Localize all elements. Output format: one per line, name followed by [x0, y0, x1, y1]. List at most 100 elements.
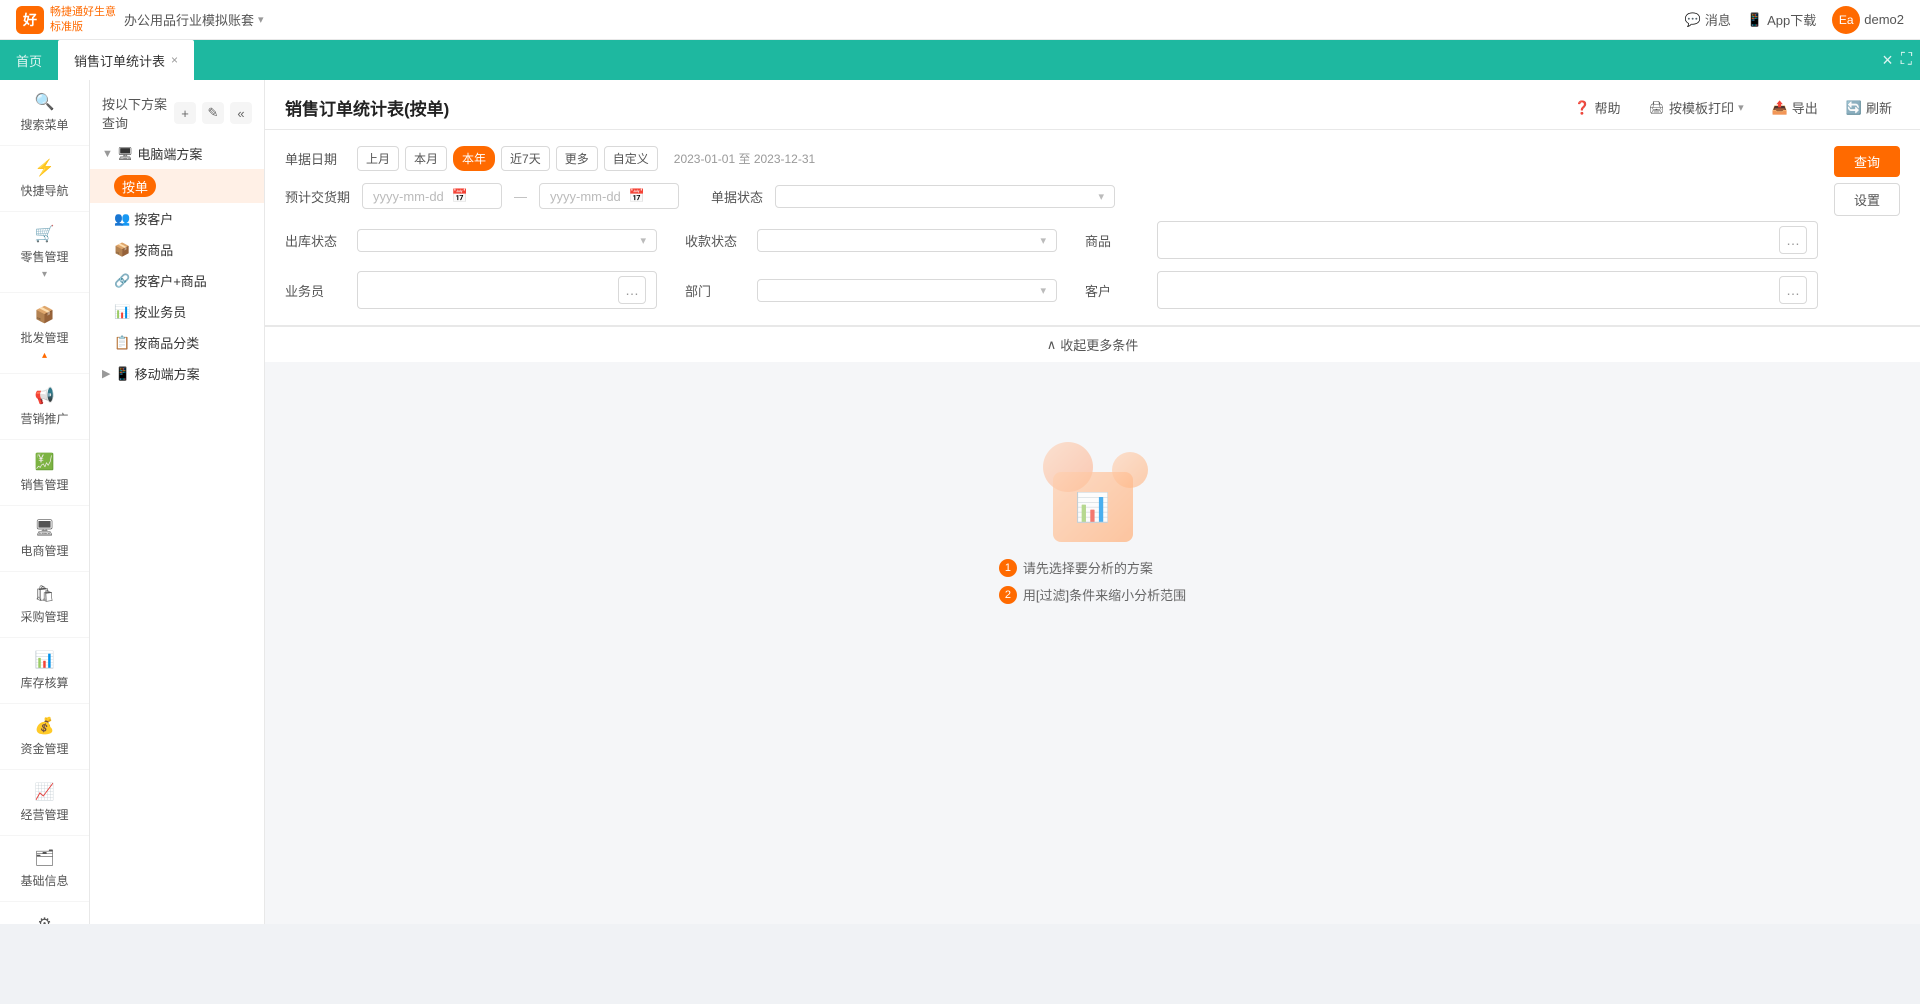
app-download-btn[interactable]: 📱 App下载 — [1747, 10, 1816, 29]
salesperson-select[interactable]: … — [357, 271, 657, 309]
logo-text: 畅捷通好生意 标准版 — [50, 5, 116, 34]
tab-close-window-btn[interactable]: × — [1882, 50, 1893, 71]
topbar-left: 好 畅捷通好生意 标准版 办公用品行业模拟账套 ▾ — [16, 5, 264, 34]
status-dropdown-icon: ▾ — [1099, 190, 1105, 203]
sidebar-item-sales[interactable]: 💹 销售管理 — [0, 440, 89, 506]
base-icon: 🗂 — [34, 848, 54, 868]
tree-expand-icon: ▼ — [102, 148, 113, 160]
sidebar-item-search[interactable]: 🔍 搜索菜单 — [0, 80, 89, 146]
date-this-year-btn[interactable]: 本年 — [453, 146, 495, 171]
sidebar-item-inventory[interactable]: 📊 库存核算 — [0, 638, 89, 704]
date-custom-btn[interactable]: 自定义 — [604, 146, 658, 171]
sidebar-item-purchase[interactable]: 🛍 采购管理 — [0, 572, 89, 638]
expected-date-start-input[interactable]: yyyy-mm-dd 📅 — [362, 183, 502, 209]
header-actions: ❓ 帮助 🖨 按模板打印 ▾ 📤 导出 🔄 刷新 — [1566, 94, 1900, 121]
help-btn[interactable]: ❓ 帮助 — [1566, 94, 1628, 121]
quicknav-icon: ⚡ — [35, 158, 55, 178]
date-placeholder-start: yyyy-mm-dd — [373, 189, 444, 204]
sidebar-item-wholesale[interactable]: 📦 批发管理 ▴ — [0, 293, 89, 374]
date-placeholder-end: yyyy-mm-dd — [550, 189, 621, 204]
logo-icon: 好 — [16, 6, 44, 34]
calendar-icon-start: 📅 — [452, 188, 468, 204]
search-btn[interactable]: 查询 — [1834, 146, 1900, 177]
active-badge: 按单 — [114, 175, 156, 197]
date-more-btn[interactable]: 更多 — [556, 146, 598, 171]
out-status-select[interactable]: ▾ — [357, 229, 657, 252]
sidebar-item-system[interactable]: ⚙ 系统管理 — [0, 902, 89, 924]
tree-by-order[interactable]: 按单 — [90, 169, 264, 203]
status-label: 单据状态 — [711, 187, 763, 206]
tree-by-customer[interactable]: 👥 按客户 — [90, 203, 264, 234]
filter-row-person: 业务员 … 部门 ▾ 客户 … — [285, 271, 1818, 309]
empty-tips: 1 请先选择要分析的方案 2 用[过滤]条件来缩小分析范围 — [999, 558, 1186, 604]
print-dropdown-icon: ▾ — [1738, 101, 1744, 114]
calendar-icon-end: 📅 — [629, 188, 645, 204]
payment-status-select[interactable]: ▾ — [757, 229, 1057, 252]
inventory-icon: 📊 — [35, 650, 55, 670]
print-icon: 🖨 — [1649, 100, 1666, 116]
dropdown-icon: ▾ — [258, 13, 264, 26]
tree-mobile-solutions[interactable]: ▶ 📱 移动端方案 — [90, 358, 264, 389]
tree-by-customer-product[interactable]: 🔗 按客户+商品 — [90, 265, 264, 296]
sidebar-item-finance[interactable]: 💰 资金管理 — [0, 704, 89, 770]
empty-illustration: 📊 — [1033, 442, 1153, 542]
date-last7-btn[interactable]: 近7天 — [501, 146, 550, 171]
user-profile[interactable]: Ea demo2 — [1832, 6, 1904, 34]
sidebar-item-base[interactable]: 🗂 基础信息 — [0, 836, 89, 902]
department-select[interactable]: ▾ — [757, 279, 1057, 302]
tab-home[interactable]: 首页 — [0, 40, 58, 80]
refresh-icon: 🔄 — [1846, 100, 1862, 116]
tab-close-btn[interactable]: × — [171, 53, 178, 67]
filter-row-status: 出库状态 ▾ 收款状态 ▾ 商品 … — [285, 221, 1818, 259]
expected-date-end-input[interactable]: yyyy-mm-dd 📅 — [539, 183, 679, 209]
product-ellipsis-btn[interactable]: … — [1779, 226, 1807, 254]
sidebar-item-ecommerce[interactable]: 🖥 电商管理 — [0, 506, 89, 572]
date-label: 单据日期 — [285, 149, 345, 168]
tree-product-icon: 📦 — [114, 242, 130, 258]
status-select[interactable]: ▾ — [775, 185, 1115, 208]
message-icon: 💬 — [1685, 12, 1701, 28]
collapse-bar[interactable]: ∧ 收起更多条件 — [265, 326, 1920, 362]
tree-by-salesperson[interactable]: 📊 按业务员 — [90, 296, 264, 327]
payment-dropdown-icon: ▾ — [1040, 234, 1046, 247]
tree-by-category[interactable]: 📋 按商品分类 — [90, 327, 264, 358]
sidebar-item-quicknav[interactable]: ⚡ 快捷导航 — [0, 146, 89, 212]
export-btn[interactable]: 📤 导出 — [1764, 94, 1826, 121]
edit-scheme-btn[interactable]: ✎ — [202, 102, 224, 124]
logo[interactable]: 好 畅捷通好生意 标准版 — [16, 5, 116, 34]
sidebar-item-retail[interactable]: 🛒 零售管理 ▾ — [0, 212, 89, 293]
out-status-label: 出库状态 — [285, 231, 345, 250]
date-this-month-btn[interactable]: 本月 — [405, 146, 447, 171]
tree-by-product[interactable]: 📦 按商品 — [90, 234, 264, 265]
filter-row-expected: 预计交货期 yyyy-mm-dd 📅 — yyyy-mm-dd 📅 单据状态 — [285, 183, 1818, 209]
sidebar-item-marketing[interactable]: 📢 营销推广 — [0, 374, 89, 440]
app-title[interactable]: 办公用品行业模拟账套 ▾ — [124, 10, 264, 29]
date-range-text: 2023-01-01 至 2023-12-31 — [674, 150, 815, 167]
customer-ellipsis-btn[interactable]: … — [1779, 276, 1807, 304]
wholesale-arrow: ▴ — [42, 350, 47, 361]
wholesale-icon: 📦 — [35, 305, 55, 325]
settings-btn[interactable]: 设置 — [1834, 183, 1900, 216]
collapse-panel-btn[interactable]: « — [230, 102, 252, 124]
date-last-month-btn[interactable]: 上月 — [357, 146, 399, 171]
sidebar-item-operation[interactable]: 📈 经营管理 — [0, 770, 89, 836]
tab-sales-order-stats[interactable]: 销售订单统计表 × — [58, 40, 194, 80]
customer-select[interactable]: … — [1157, 271, 1818, 309]
add-scheme-btn[interactable]: + — [174, 102, 196, 124]
product-select[interactable]: … — [1157, 221, 1818, 259]
retail-icon: 🛒 — [35, 224, 55, 244]
tree-collapse-icon: ▶ — [102, 367, 110, 380]
refresh-btn[interactable]: 🔄 刷新 — [1838, 94, 1900, 121]
marketing-icon: 📢 — [35, 386, 55, 406]
customer-label: 客户 — [1085, 281, 1145, 300]
tab-maximize-btn[interactable]: ⛶ — [1901, 51, 1912, 69]
tree-pc-solutions[interactable]: ▼ 🖥 电脑端方案 — [90, 138, 264, 169]
salesperson-ellipsis-btn[interactable]: … — [618, 276, 646, 304]
print-btn[interactable]: 🖨 按模板打印 ▾ — [1641, 94, 1752, 121]
search-actions: 查询 设置 — [1834, 146, 1900, 216]
tip-num-2: 2 — [999, 586, 1017, 604]
date-separator: — — [514, 189, 527, 204]
help-icon: ❓ — [1574, 100, 1590, 116]
message-btn[interactable]: 💬 消息 — [1685, 10, 1731, 29]
sales-icon: 💹 — [35, 452, 55, 472]
